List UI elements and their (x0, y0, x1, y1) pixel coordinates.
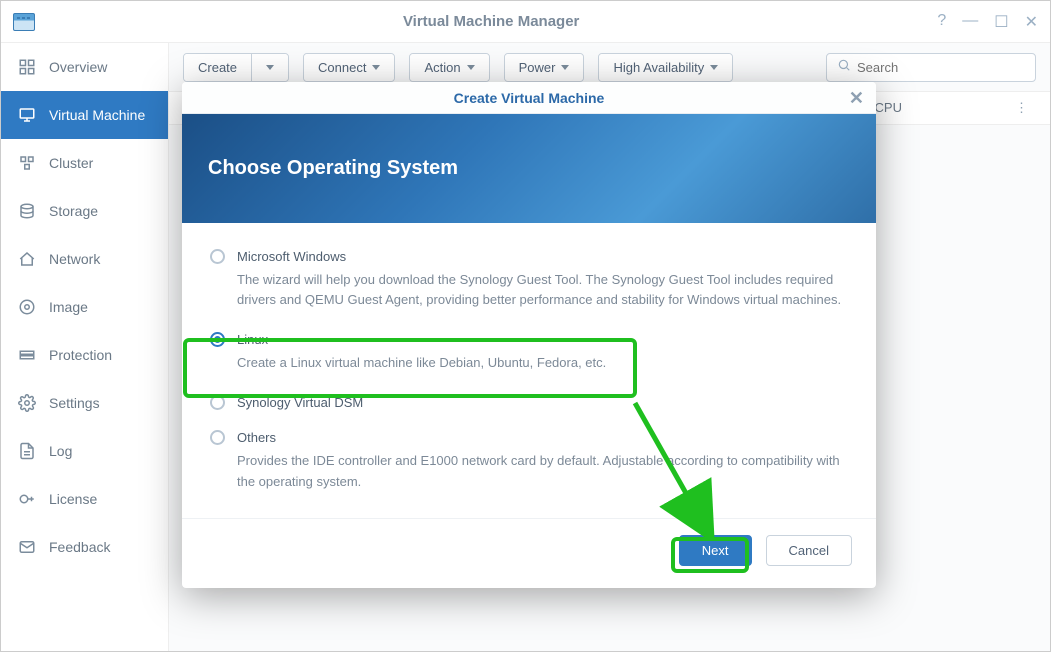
cancel-button[interactable]: Cancel (766, 535, 852, 566)
dialog-heading: Choose Operating System (208, 157, 458, 180)
sidebar-item-label: Overview (49, 59, 107, 75)
sidebar-item-label: Settings (49, 395, 100, 411)
next-button[interactable]: Next (679, 535, 752, 566)
license-icon (17, 489, 37, 509)
sidebar-item-label: Storage (49, 203, 98, 219)
sidebar-item-label: Virtual Machine (49, 107, 145, 123)
os-option-others[interactable]: Others Provides the IDE controller and E… (210, 422, 848, 505)
columns-menu[interactable]: ⋮ (1009, 100, 1034, 116)
sidebar-item-label: License (49, 491, 97, 507)
sidebar-item-license[interactable]: License (1, 475, 168, 523)
dialog-titlebar: Create Virtual Machine ✕ (182, 82, 876, 114)
sidebar-item-storage[interactable]: Storage (1, 187, 168, 235)
os-label: Microsoft Windows (237, 249, 346, 264)
caret-down-icon (467, 65, 475, 70)
os-desc: The wizard will help you download the Sy… (237, 270, 848, 310)
minimize-button[interactable]: — (962, 12, 978, 32)
protection-icon (17, 345, 37, 365)
feedback-icon (17, 537, 37, 557)
os-option-vdsm[interactable]: Synology Virtual DSM (210, 387, 848, 422)
dialog-close-button[interactable]: ✕ (849, 88, 864, 109)
sidebar-item-overview[interactable]: Overview (1, 43, 168, 91)
settings-icon (17, 393, 37, 413)
sidebar-item-image[interactable]: Image (1, 283, 168, 331)
help-button[interactable]: ? (937, 12, 946, 32)
os-desc: Create a Linux virtual machine like Debi… (237, 353, 848, 373)
action-button[interactable]: Action (410, 54, 488, 81)
close-window-button[interactable]: ✕ (1025, 12, 1038, 32)
sidebar-item-label: Protection (49, 347, 112, 363)
sidebar-item-label: Network (49, 251, 100, 267)
caret-down-icon (561, 65, 569, 70)
create-dropdown[interactable] (252, 54, 288, 81)
search-icon (837, 58, 851, 77)
radio-others[interactable] (210, 430, 225, 445)
sidebar-item-label: Log (49, 443, 72, 459)
sidebar-item-cluster[interactable]: Cluster (1, 139, 168, 187)
dialog-banner: Choose Operating System (182, 114, 876, 223)
radio-vdsm[interactable] (210, 395, 225, 410)
create-vm-dialog: Create Virtual Machine ✕ Choose Operatin… (182, 82, 876, 588)
titlebar: Virtual Machine Manager ? — ☐ ✕ (1, 1, 1050, 43)
create-button[interactable]: Create (184, 54, 252, 81)
maximize-button[interactable]: ☐ (994, 12, 1008, 32)
sidebar-item-feedback[interactable]: Feedback (1, 523, 168, 571)
log-icon (17, 441, 37, 461)
os-desc: Provides the IDE controller and E1000 ne… (237, 451, 848, 491)
radio-windows[interactable] (210, 249, 225, 264)
storage-icon (17, 201, 37, 221)
app-icon (13, 13, 35, 31)
overview-icon (17, 57, 37, 77)
search-field[interactable] (826, 53, 1036, 82)
image-icon (17, 297, 37, 317)
power-button[interactable]: Power (505, 54, 584, 81)
search-input[interactable] (857, 60, 1025, 75)
connect-button[interactable]: Connect (304, 54, 394, 81)
sidebar-item-network[interactable]: Network (1, 235, 168, 283)
sidebar-item-label: Feedback (49, 539, 110, 555)
caret-down-icon (372, 65, 380, 70)
os-label: Synology Virtual DSM (237, 395, 363, 410)
caret-down-icon (710, 65, 718, 70)
radio-linux[interactable] (210, 332, 225, 347)
sidebar-item-virtual-machine[interactable]: Virtual Machine (1, 91, 168, 139)
sidebar-item-label: Cluster (49, 155, 93, 171)
app-title: Virtual Machine Manager (45, 13, 937, 30)
sidebar-item-settings[interactable]: Settings (1, 379, 168, 427)
cluster-icon (17, 153, 37, 173)
dialog-title: Create Virtual Machine (454, 90, 605, 106)
sidebar-item-protection[interactable]: Protection (1, 331, 168, 379)
os-option-windows[interactable]: Microsoft Windows The wizard will help y… (210, 241, 848, 324)
network-icon (17, 249, 37, 269)
os-option-linux[interactable]: Linux Create a Linux virtual machine lik… (210, 324, 848, 387)
vm-icon (17, 105, 37, 125)
sidebar-item-log[interactable]: Log (1, 427, 168, 475)
sidebar: Overview Virtual Machine Cluster Storage… (1, 43, 169, 651)
os-label: Linux (237, 332, 268, 347)
sidebar-item-label: Image (49, 299, 88, 315)
caret-down-icon (266, 65, 274, 70)
ha-button[interactable]: High Availability (599, 54, 732, 81)
os-label: Others (237, 430, 276, 445)
